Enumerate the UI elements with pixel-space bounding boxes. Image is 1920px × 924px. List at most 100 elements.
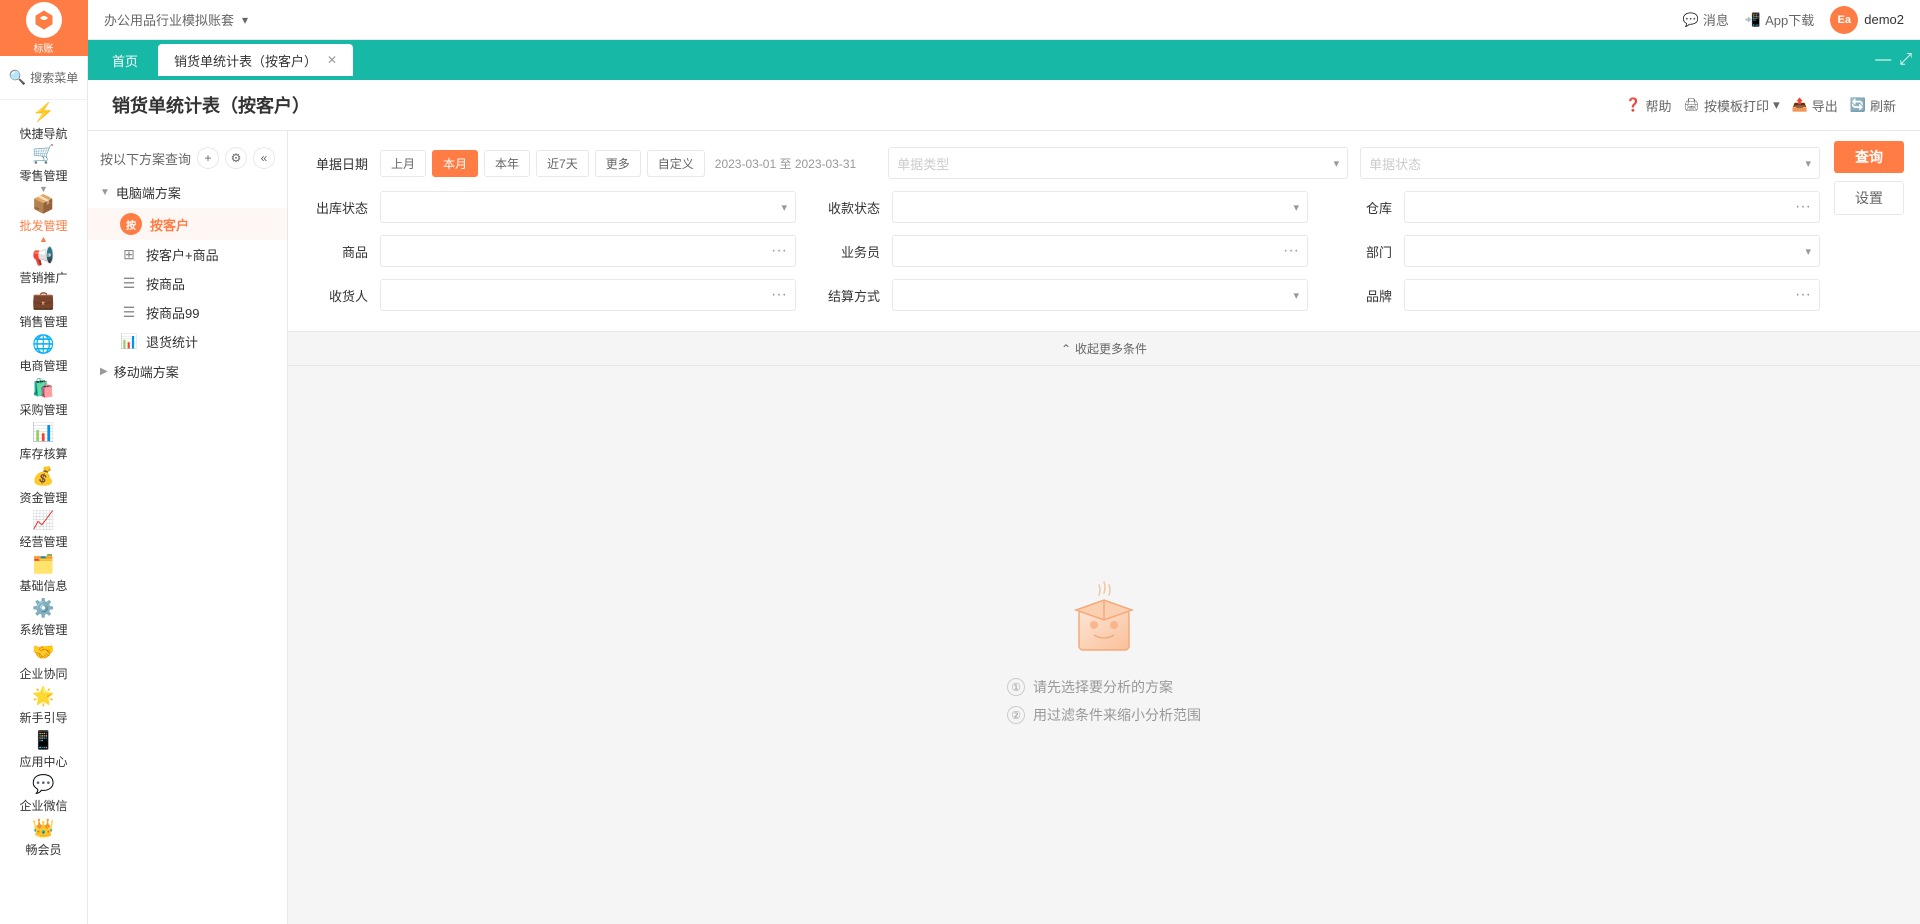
collapse-panel-button[interactable]: «	[253, 147, 275, 169]
collapse-arrow-icon: ⌃	[1061, 342, 1071, 356]
order-status-arrow: ▾	[1805, 157, 1811, 170]
sidebar-item-newbie[interactable]: 🌟 新手引导	[0, 684, 88, 728]
page-actions: ❓ 帮助 🖨 按模板打印 ▾ 📤 导出 🔄 刷新	[1625, 96, 1896, 127]
payment-status-select[interactable]: ▾	[892, 191, 1308, 223]
date-btn-this-month[interactable]: 本月	[432, 150, 478, 177]
order-status-select[interactable]: 单据状态 ▾	[1360, 147, 1820, 179]
salesperson-select[interactable]: ···	[892, 235, 1308, 267]
retail-label: 零售管理	[19, 167, 67, 184]
ecommerce-icon: 🌐	[32, 334, 54, 355]
receiver-dots[interactable]: ···	[771, 286, 787, 304]
settlement-arrow: ▾	[1293, 289, 1299, 302]
tab-close-icon[interactable]: ✕	[327, 53, 337, 67]
help-label: 帮助	[1646, 96, 1672, 115]
settings-scheme-button[interactable]: ⚙	[225, 147, 247, 169]
tree-desktop-parent[interactable]: ▼ 电脑端方案	[88, 177, 287, 208]
sidebar-item-basic-info[interactable]: 🗂️ 基础信息	[0, 552, 88, 596]
tree-item-return-stats[interactable]: 📊 退货统计	[88, 327, 287, 356]
message-button[interactable]: 💬 消息	[1683, 10, 1729, 29]
tabbar: 首页 销货单统计表（按客户） ✕ — ⤢	[88, 40, 1920, 80]
operations-label: 经营管理	[19, 533, 67, 550]
refresh-button[interactable]: 🔄 刷新	[1850, 96, 1896, 115]
brand-label: 品牌	[1332, 286, 1392, 305]
collapse-conditions-button[interactable]: ⌃ 收起更多条件	[1049, 336, 1159, 361]
sidebar-item-operations[interactable]: 📈 经营管理	[0, 508, 88, 552]
query-button[interactable]: 查询	[1834, 141, 1904, 173]
sidebar-item-ecommerce[interactable]: 🌐 电商管理	[0, 332, 88, 376]
topbar-right: 💬 消息 📲 App下载 Ea demo2	[1683, 6, 1904, 34]
out-status-select[interactable]: ▾	[380, 191, 796, 223]
warehouse-dots[interactable]: ···	[1795, 198, 1811, 216]
salesperson-dots[interactable]: ···	[1283, 242, 1299, 260]
tree-item-by-product[interactable]: ☰ 按商品	[88, 269, 287, 298]
tree-item-by-customer[interactable]: 按 按客户	[88, 208, 287, 240]
tab-minimize-icon[interactable]: —	[1875, 51, 1891, 69]
message-label: 消息	[1703, 10, 1729, 29]
by-customer-icon: 按	[120, 213, 142, 235]
tree-item-by-product99[interactable]: ☰ 按商品99	[88, 298, 287, 327]
add-scheme-button[interactable]: +	[197, 147, 219, 169]
user-menu[interactable]: Ea demo2	[1830, 6, 1904, 34]
product-label: 商品	[308, 242, 368, 261]
tree-item-by-customer-product[interactable]: ⊞ 按客户+商品	[88, 240, 287, 269]
sidebar-item-app-center[interactable]: 📱 应用中心	[0, 728, 88, 772]
tree-mobile-arrow: ▶	[100, 366, 108, 377]
app-download-button[interactable]: 📲 App下载	[1745, 10, 1814, 29]
help-button[interactable]: ❓ 帮助	[1625, 96, 1671, 115]
sidebar-item-purchase[interactable]: 🛍️ 采购管理	[0, 376, 88, 420]
page-content: 销货单统计表（按客户） ❓ 帮助 🖨 按模板打印 ▾ 📤 导出 🔄 刷新	[88, 80, 1920, 924]
product-dots[interactable]: ···	[771, 242, 787, 260]
sidebar-item-cooperation[interactable]: 🤝 企业协同	[0, 640, 88, 684]
tip-num-1: ①	[1007, 678, 1025, 696]
avatar: Ea	[1830, 6, 1858, 34]
tree-mobile-parent[interactable]: ▶ 移动端方案	[88, 356, 287, 387]
left-panel-actions: + ⚙ «	[197, 147, 275, 169]
date-btn-more[interactable]: 更多	[595, 150, 641, 177]
date-btn-this-year[interactable]: 本年	[484, 150, 530, 177]
sidebar-item-sales[interactable]: 💼 销售管理	[0, 288, 88, 332]
sidebar-item-retail[interactable]: 🛒 零售管理 ▼	[0, 144, 88, 194]
date-btn-last-7days[interactable]: 近7天	[536, 150, 589, 177]
sidebar-item-enterprise-wechat[interactable]: 💬 企业微信	[0, 772, 88, 816]
search-label: 搜索菜单	[30, 69, 78, 86]
operations-icon: 📈	[32, 510, 54, 531]
sidebar-item-wholesale[interactable]: 📦 批发管理 ▲	[0, 194, 88, 244]
return-stats-icon: 📊	[120, 333, 138, 351]
member-label: 畅会员	[25, 841, 61, 858]
newbie-icon: 🌟	[32, 686, 54, 707]
app-center-icon: 📱	[32, 730, 54, 751]
sidebar-item-finance[interactable]: 💰 资金管理	[0, 464, 88, 508]
system-label: 系统管理	[19, 621, 67, 638]
receiver-select[interactable]: ···	[380, 279, 796, 311]
sidebar-item-member[interactable]: 👑 畅会员	[0, 816, 88, 860]
tab-report[interactable]: 销货单统计表（按客户） ✕	[158, 44, 353, 76]
payment-status-label: 收款状态	[820, 198, 880, 217]
topbar-dropdown-arrow[interactable]: ▾	[242, 13, 248, 27]
date-btn-custom[interactable]: 自定义	[647, 150, 705, 177]
settlement-select[interactable]: ▾	[892, 279, 1308, 311]
tab-home[interactable]: 首页	[96, 44, 154, 76]
tab-maximize-icon[interactable]: ⤢	[1899, 51, 1912, 69]
department-select[interactable]: ▾	[1404, 235, 1820, 267]
order-type-select[interactable]: 单据类型 ▾	[888, 147, 1348, 179]
export-button[interactable]: 📤 导出	[1792, 96, 1838, 115]
order-type-arrow: ▾	[1334, 157, 1340, 170]
sidebar-item-system[interactable]: ⚙️ 系统管理	[0, 596, 88, 640]
quicknav-icon: ⚡	[32, 102, 54, 123]
date-btn-last-month[interactable]: 上月	[380, 150, 426, 177]
enterprise-wechat-label: 企业微信	[19, 797, 67, 814]
brand-select[interactable]: ···	[1404, 279, 1820, 311]
sidebar-item-quicknav[interactable]: ⚡ 快捷导航	[0, 100, 88, 144]
sidebar-item-marketing[interactable]: 📢 营销推广	[0, 244, 88, 288]
warehouse-select[interactable]: ···	[1404, 191, 1820, 223]
settings-button[interactable]: 设置	[1834, 181, 1904, 215]
tree-item-by-customer-label: 按客户	[150, 215, 189, 234]
tree-mobile-label: 移动端方案	[114, 362, 179, 381]
sales-label: 销售管理	[19, 313, 67, 330]
brand-dots[interactable]: ···	[1795, 286, 1811, 304]
sidebar-item-inventory[interactable]: 📊 库存核算	[0, 420, 88, 464]
search-menu-item[interactable]: 🔍 搜索菜单	[0, 56, 88, 100]
print-button[interactable]: 🖨 按模板打印 ▾	[1684, 96, 1780, 115]
date-label: 单据日期	[308, 154, 368, 173]
product-select[interactable]: ···	[380, 235, 796, 267]
